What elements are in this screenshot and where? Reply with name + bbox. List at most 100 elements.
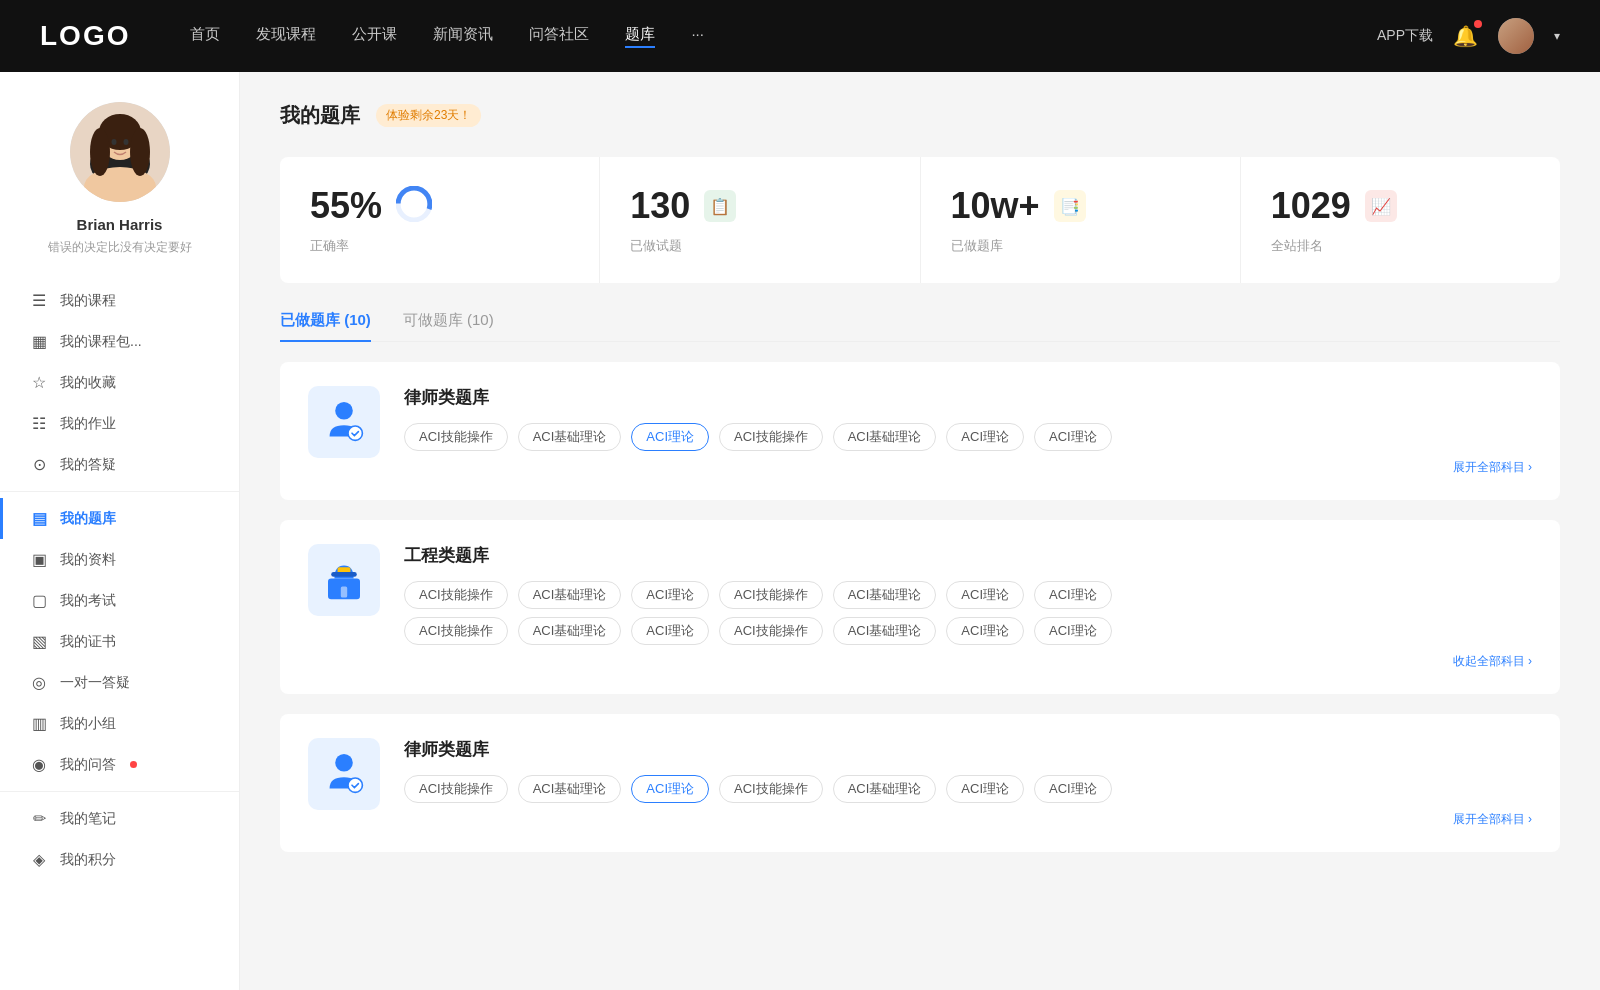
nav-link-1[interactable]: 发现课程 <box>256 25 316 48</box>
stat-label-2: 已做题库 <box>951 237 1210 255</box>
qbank-tag-0-5[interactable]: ACI理论 <box>946 423 1024 451</box>
qbank-title-1: 工程类题库 <box>404 544 1532 567</box>
sidebar-item-11[interactable]: ◉ 我的问答 <box>0 744 239 785</box>
sidebar-item-10[interactable]: ▥ 我的小组 <box>0 703 239 744</box>
qbank-tag2-1-2[interactable]: ACI理论 <box>631 617 709 645</box>
stat-value-0: 55% <box>310 185 382 227</box>
nav-link-4[interactable]: 问答社区 <box>529 25 589 48</box>
sidebar-item-6[interactable]: ▣ 我的资料 <box>0 539 239 580</box>
qbank-tag-2-0[interactable]: ACI技能操作 <box>404 775 508 803</box>
qbank-tag2-1-3[interactable]: ACI技能操作 <box>719 617 823 645</box>
avatar-image <box>1498 18 1534 54</box>
tabs-row: 已做题库 (10) 可做题库 (10) <box>280 311 1560 342</box>
qbank-tag-0-1[interactable]: ACI基础理论 <box>518 423 622 451</box>
qbank-expand-1[interactable]: 收起全部科目 › <box>404 653 1532 670</box>
qbank-tag-0-6[interactable]: ACI理论 <box>1034 423 1112 451</box>
sidebar-item-7[interactable]: ▢ 我的考试 <box>0 580 239 621</box>
qbank-avatar-0 <box>308 386 380 458</box>
nav-link-6[interactable]: ··· <box>691 25 704 48</box>
stat-value-2: 10w+ <box>951 185 1040 227</box>
page-title: 我的题库 <box>280 102 360 129</box>
engineer-icon <box>320 556 368 604</box>
sidebar-item-5[interactable]: ▤ 我的题库 <box>0 498 239 539</box>
sidebar-avatar <box>70 102 170 202</box>
qbank-tag2-1-5[interactable]: ACI理论 <box>946 617 1024 645</box>
qbank-tag2-1-1[interactable]: ACI基础理论 <box>518 617 622 645</box>
qbank-tag-1-1[interactable]: ACI基础理论 <box>518 581 622 609</box>
tab-0[interactable]: 已做题库 (10) <box>280 311 371 342</box>
nav-link-2[interactable]: 公开课 <box>352 25 397 48</box>
qbank-tag-2-6[interactable]: ACI理论 <box>1034 775 1112 803</box>
sidebar-icon-7: ▢ <box>30 591 48 610</box>
sidebar-label-3: 我的作业 <box>60 415 116 433</box>
sidebar-label-4: 我的答疑 <box>60 456 116 474</box>
sidebar-item-4[interactable]: ⊙ 我的答疑 <box>0 444 239 485</box>
qbank-tag-0-0[interactable]: ACI技能操作 <box>404 423 508 451</box>
sidebar-item-0[interactable]: ☰ 我的课程 <box>0 280 239 321</box>
qbank-tags-row1-0: ACI技能操作 ACI基础理论 ACI理论 ACI技能操作 ACI基础理论 ACI理论 AC… <box>404 423 1532 451</box>
sidebar-menu: ☰ 我的课程 ▦ 我的课程包... ☆ 我的收藏 ☷ 我的作业 ⊙ 我的答疑 ▤… <box>0 280 239 880</box>
sidebar-icon-12: ✏ <box>30 809 48 828</box>
app-download-button[interactable]: APP下载 <box>1377 27 1433 45</box>
svg-point-8 <box>123 139 128 145</box>
qbank-tag2-1-0[interactable]: ACI技能操作 <box>404 617 508 645</box>
qbank-tag2-1-6[interactable]: ACI理论 <box>1034 617 1112 645</box>
sidebar-item-2[interactable]: ☆ 我的收藏 <box>0 362 239 403</box>
stat-icon-0 <box>396 186 432 226</box>
sidebar-label-2: 我的收藏 <box>60 374 116 392</box>
page-wrap: Brian Harris 错误的决定比没有决定要好 ☰ 我的课程 ▦ 我的课程包… <box>0 72 1600 990</box>
qbank-expand-0[interactable]: 展开全部科目 › <box>404 459 1532 476</box>
qbank-tag-0-2[interactable]: ACI理论 <box>631 423 709 451</box>
sidebar-motto: 错误的决定比没有决定要好 <box>28 239 212 256</box>
qbank-tag-0-3[interactable]: ACI技能操作 <box>719 423 823 451</box>
qbank-list: 律师类题库 ACI技能操作ACI基础理论ACI理论ACI技能操作ACI基础理论A… <box>280 362 1560 852</box>
nav-link-0[interactable]: 首页 <box>190 25 220 48</box>
avatar-dropdown-arrow[interactable]: ▾ <box>1554 29 1560 43</box>
qbank-tag-1-0[interactable]: ACI技能操作 <box>404 581 508 609</box>
page-header: 我的题库 体验剩余23天！ <box>280 102 1560 129</box>
avatar[interactable] <box>1498 18 1534 54</box>
qbank-tag-0-4[interactable]: ACI基础理论 <box>833 423 937 451</box>
stat-label-0: 正确率 <box>310 237 569 255</box>
qbank-tag-2-4[interactable]: ACI基础理论 <box>833 775 937 803</box>
sidebar-item-13[interactable]: ◈ 我的积分 <box>0 839 239 880</box>
qbank-tag-2-3[interactable]: ACI技能操作 <box>719 775 823 803</box>
qbank-tag-2-2[interactable]: ACI理论 <box>631 775 709 803</box>
sidebar-item-1[interactable]: ▦ 我的课程包... <box>0 321 239 362</box>
sidebar-label-6: 我的资料 <box>60 551 116 569</box>
nav-link-3[interactable]: 新闻资讯 <box>433 25 493 48</box>
qbank-tag-1-3[interactable]: ACI技能操作 <box>719 581 823 609</box>
qbank-tag2-1-4[interactable]: ACI基础理论 <box>833 617 937 645</box>
stat-item-0: 55% 正确率 <box>280 157 600 283</box>
qbank-expand-2[interactable]: 展开全部科目 › <box>404 811 1532 828</box>
stats-row: 55% 正确率 130 📋 已做试题 10w+ 📑 已做题库 1029 📈 全站… <box>280 157 1560 283</box>
qbank-tag-1-5[interactable]: ACI理论 <box>946 581 1024 609</box>
qbank-tag-2-1[interactable]: ACI基础理论 <box>518 775 622 803</box>
sidebar-item-3[interactable]: ☷ 我的作业 <box>0 403 239 444</box>
stat-item-2: 10w+ 📑 已做题库 <box>921 157 1241 283</box>
sidebar-icon-1: ▦ <box>30 332 48 351</box>
qbank-tag-2-5[interactable]: ACI理论 <box>946 775 1024 803</box>
svg-point-11 <box>335 402 353 420</box>
sidebar-item-8[interactable]: ▧ 我的证书 <box>0 621 239 662</box>
nav-link-5[interactable]: 题库 <box>625 25 655 48</box>
notification-bell[interactable]: 🔔 <box>1453 24 1478 48</box>
svg-point-7 <box>111 139 116 145</box>
qbank-tags-row1-1: ACI技能操作 ACI基础理论 ACI理论 ACI技能操作 ACI基础理论 ACI理论 AC… <box>404 581 1532 609</box>
sidebar-icon-4: ⊙ <box>30 455 48 474</box>
sidebar-item-12[interactable]: ✏ 我的笔记 <box>0 798 239 839</box>
tab-1[interactable]: 可做题库 (10) <box>403 311 494 342</box>
qbank-tag-1-4[interactable]: ACI基础理论 <box>833 581 937 609</box>
qbank-avatar-1 <box>308 544 380 616</box>
qbank-card-0: 律师类题库 ACI技能操作ACI基础理论ACI理论ACI技能操作ACI基础理论A… <box>280 362 1560 500</box>
main-content: 我的题库 体验剩余23天！ 55% 正确率 130 📋 已做试题 10w+ 📑 … <box>240 72 1600 990</box>
qbank-tag-1-6[interactable]: ACI理论 <box>1034 581 1112 609</box>
sidebar-icon-9: ◎ <box>30 673 48 692</box>
sidebar-label-12: 我的笔记 <box>60 810 116 828</box>
navbar: LOGO 首页发现课程公开课新闻资讯问答社区题库··· APP下载 🔔 ▾ <box>0 0 1600 72</box>
sidebar-item-9[interactable]: ◎ 一对一答疑 <box>0 662 239 703</box>
qbank-body-1: 工程类题库 ACI技能操作ACI基础理论ACI理论ACI技能操作ACI基础理论A… <box>404 544 1532 670</box>
qbank-tag-1-2[interactable]: ACI理论 <box>631 581 709 609</box>
stat-icon-2: 📑 <box>1054 190 1086 222</box>
qbank-title-0: 律师类题库 <box>404 386 1532 409</box>
